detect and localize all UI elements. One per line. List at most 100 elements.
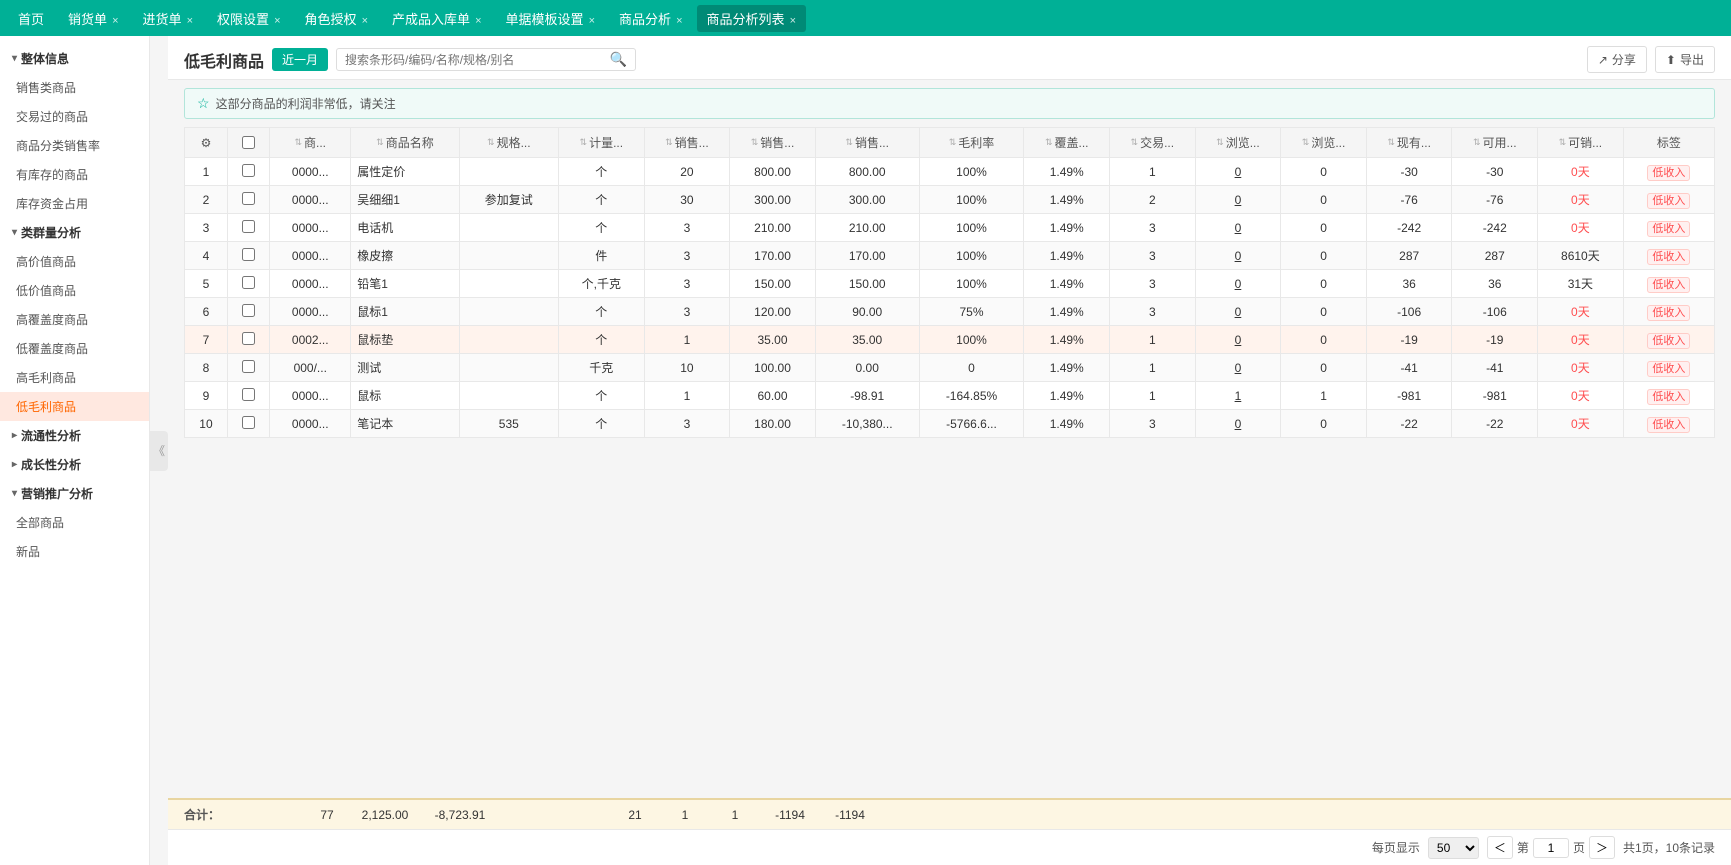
col-name[interactable]: ⇅商品名称 (351, 128, 459, 158)
sidebar-item-high-margin[interactable]: 高毛利商品 (0, 363, 149, 392)
row-checkbox[interactable] (227, 242, 269, 270)
row-browse1[interactable]: 0 (1195, 354, 1281, 382)
sidebar-item-inventory-capital[interactable]: 库存资金占用 (0, 189, 149, 218)
row-name[interactable]: 鼠标垫 (351, 326, 459, 354)
sidebar-group-overview[interactable]: ▾ 整体信息 (0, 44, 149, 73)
nav-item-product-analysis[interactable]: 商品分析 × (609, 5, 693, 32)
export-btn[interactable]: ⬆ 导出 (1655, 46, 1715, 73)
sidebar-group-liquidity[interactable]: ▸ 流通性分析 (0, 421, 149, 450)
sidebar-group-growth[interactable]: ▸ 成长性分析 (0, 450, 149, 479)
col-deal[interactable]: ⇅交易... (1110, 128, 1196, 158)
nav-close-permissions[interactable]: × (271, 15, 280, 27)
row-checkbox[interactable] (227, 326, 269, 354)
col-unit[interactable]: ⇅计量... (559, 128, 645, 158)
col-saleable[interactable]: ⇅可销... (1538, 128, 1624, 158)
col-sale-qty[interactable]: ⇅销售... (644, 128, 730, 158)
col-checkbox[interactable] (227, 128, 269, 158)
col-tag[interactable]: 标签 (1623, 128, 1714, 158)
col-sale-price[interactable]: ⇅销售... (730, 128, 816, 158)
nav-item-product-analysis-list[interactable]: 商品分析列表 × (697, 5, 807, 32)
row-name[interactable]: 属性定价 (351, 158, 459, 186)
nav-item-purchase[interactable]: 进货单 × (133, 5, 204, 32)
sidebar-item-sales-products[interactable]: 销售类商品 (0, 73, 149, 102)
col-browse1[interactable]: ⇅浏览... (1195, 128, 1281, 158)
col-coverage[interactable]: ⇅覆盖... (1024, 128, 1110, 158)
prev-page-btn[interactable]: ＜ (1487, 836, 1513, 859)
row-browse1[interactable]: 0 (1195, 270, 1281, 298)
row-browse1[interactable]: 1 (1195, 382, 1281, 410)
col-settings[interactable]: ⚙ (185, 128, 228, 158)
sidebar-item-low-coverage[interactable]: 低覆盖度商品 (0, 334, 149, 363)
share-btn[interactable]: ↗ 分享 (1587, 46, 1647, 73)
nav-close-purchase[interactable]: × (184, 15, 193, 27)
page-size-select[interactable]: 50 20 100 (1428, 837, 1479, 859)
sidebar-item-new-products[interactable]: 新品 (0, 537, 149, 566)
row-current: 287 (1366, 242, 1452, 270)
next-page-btn[interactable]: ＞ (1589, 836, 1615, 859)
search-input[interactable] (345, 53, 610, 67)
table-row: 7 0002... 鼠标垫 个 1 35.00 35.00 100% 1.49%… (185, 326, 1715, 354)
col-code[interactable]: ⇅商... (270, 128, 351, 158)
sidebar-group-marketing[interactable]: ▾ 营销推广分析 (0, 479, 149, 508)
row-browse2: 0 (1281, 158, 1367, 186)
col-available[interactable]: ⇅可用... (1452, 128, 1538, 158)
row-no: 1 (185, 158, 228, 186)
sidebar-item-low-value[interactable]: 低价值商品 (0, 276, 149, 305)
page-number-input[interactable] (1533, 838, 1569, 858)
row-name[interactable]: 橡皮擦 (351, 242, 459, 270)
row-checkbox[interactable] (227, 354, 269, 382)
sidebar-item-category-rate[interactable]: 商品分类销售率 (0, 131, 149, 160)
row-browse1[interactable]: 0 (1195, 242, 1281, 270)
filter-recent-month-btn[interactable]: 近一月 (272, 48, 328, 71)
sidebar-item-high-coverage[interactable]: 高覆盖度商品 (0, 305, 149, 334)
row-name[interactable]: 鼠标 (351, 382, 459, 410)
nav-item-template[interactable]: 单据模板设置 × (496, 5, 606, 32)
nav-item-sales[interactable]: 销货单 × (58, 5, 129, 32)
row-browse1[interactable]: 0 (1195, 186, 1281, 214)
col-spec[interactable]: ⇅规格... (459, 128, 558, 158)
row-browse1[interactable]: 0 (1195, 326, 1281, 354)
nav-item-home[interactable]: 首页 (8, 5, 54, 32)
row-checkbox[interactable] (227, 186, 269, 214)
col-gross-rate[interactable]: ⇅毛利率 (919, 128, 1024, 158)
row-checkbox[interactable] (227, 270, 269, 298)
sidebar-item-traded-products[interactable]: 交易过的商品 (0, 102, 149, 131)
row-unit: 个 (559, 382, 645, 410)
row-unit: 个 (559, 158, 645, 186)
nav-close-sales[interactable]: × (109, 15, 118, 27)
sidebar-item-stocked-products[interactable]: 有库存的商品 (0, 160, 149, 189)
sidebar-group-cluster[interactable]: ▾ 类群量分析 (0, 218, 149, 247)
row-checkbox[interactable] (227, 410, 269, 438)
row-browse1[interactable]: 0 (1195, 298, 1281, 326)
col-browse2[interactable]: ⇅浏览... (1281, 128, 1367, 158)
row-name[interactable]: 吴细细1 (351, 186, 459, 214)
row-browse1[interactable]: 0 (1195, 158, 1281, 186)
row-code: 0000... (270, 242, 351, 270)
row-name[interactable]: 鼠标1 (351, 298, 459, 326)
nav-item-product-entry[interactable]: 产成品入库单 × (382, 5, 492, 32)
nav-close-product-analysis[interactable]: × (673, 15, 682, 27)
row-checkbox[interactable] (227, 158, 269, 186)
row-name[interactable]: 测试 (351, 354, 459, 382)
sidebar-item-high-value[interactable]: 高价值商品 (0, 247, 149, 276)
select-all-checkbox[interactable] (242, 136, 255, 149)
row-name[interactable]: 铅笔1 (351, 270, 459, 298)
nav-close-roles[interactable]: × (359, 15, 368, 27)
nav-item-permissions[interactable]: 权限设置 × (207, 5, 291, 32)
nav-close-product-entry[interactable]: × (472, 15, 481, 27)
row-checkbox[interactable] (227, 382, 269, 410)
row-browse1[interactable]: 0 (1195, 214, 1281, 242)
sidebar-collapse-btn[interactable]: 《 (150, 431, 168, 471)
row-name[interactable]: 电话机 (351, 214, 459, 242)
sidebar-item-all-products[interactable]: 全部商品 (0, 508, 149, 537)
nav-close-product-analysis-list[interactable]: × (787, 15, 796, 27)
sidebar-item-low-margin[interactable]: 低毛利商品 (0, 392, 149, 421)
nav-item-roles[interactable]: 角色授权 × (295, 5, 379, 32)
row-checkbox[interactable] (227, 214, 269, 242)
row-browse1[interactable]: 0 (1195, 410, 1281, 438)
col-current[interactable]: ⇅现有... (1366, 128, 1452, 158)
col-sale-amt[interactable]: ⇅销售... (815, 128, 919, 158)
row-checkbox[interactable] (227, 298, 269, 326)
nav-close-template[interactable]: × (586, 15, 595, 27)
row-name[interactable]: 笔记本 (351, 410, 459, 438)
